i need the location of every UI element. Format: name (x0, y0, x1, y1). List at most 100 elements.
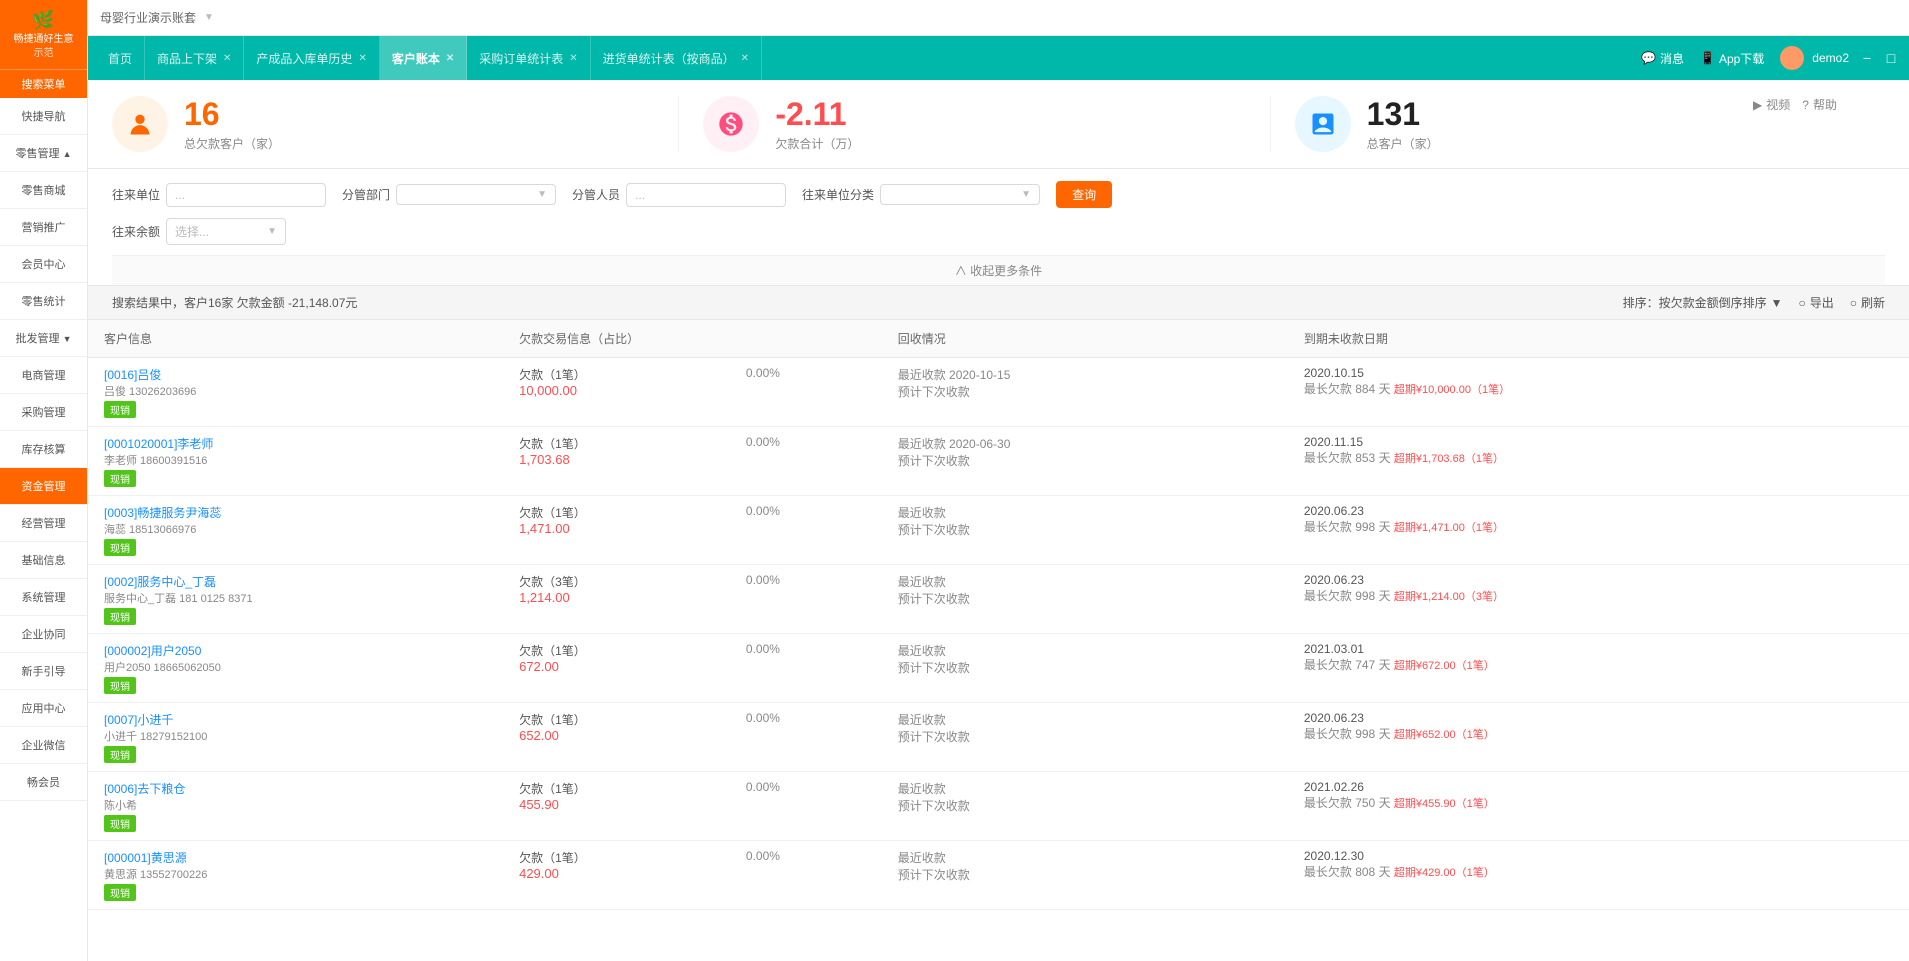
sidebar-item-label: 新手引导 (22, 666, 66, 678)
view-video-button[interactable]: ▶ 视频 (1753, 96, 1790, 113)
sort-selector[interactable]: 排序：按欠款金额倒序排序 ▼ (1623, 294, 1783, 311)
export-label: 导出 (1810, 294, 1834, 311)
cell-due-date-0: 2020.10.15 最长欠款 884 天 超期¥10,000.00（1笔） (1288, 358, 1836, 427)
tab-customer-account[interactable]: 客户账本 ✕ (380, 36, 467, 80)
tab-purchase-stats[interactable]: 进货单统计表（按商品） ✕ (591, 36, 762, 80)
tab-products[interactable]: 商品上下架 ✕ (145, 36, 244, 80)
filter-input-person[interactable]: ... (626, 183, 786, 207)
tab-purchase-stats-close[interactable]: ✕ (741, 53, 749, 64)
due-date-4: 2021.03.01 (1304, 642, 1820, 656)
debt-amount-2: 1,471.00 (519, 521, 714, 536)
customer-phone-3: 服务中心_丁磊 181 0125 8371 (104, 590, 487, 606)
overdue-days-6: 最长欠款 750 天 超期¥455.90（1笔） (1304, 794, 1820, 811)
sidebar-item-lingshoucheng[interactable]: 零售商城 (0, 172, 87, 209)
sidebar-item-lingshoutongji[interactable]: 零售统计 (0, 283, 87, 320)
customer-name-2[interactable]: [0003]畅捷服务尹海蕊 (104, 504, 487, 521)
customer-name-4[interactable]: [000002]用户2050 (104, 642, 487, 659)
user-button[interactable]: demo2 (1780, 46, 1849, 70)
customer-tag-3: 现销 (104, 608, 136, 625)
overdue-text-5[interactable]: 超期¥652.00（1笔） (1394, 729, 1495, 741)
tab-customer-account-close[interactable]: ✕ (446, 53, 454, 64)
sidebar-item-xinshou[interactable]: 新手引导 (0, 653, 87, 690)
sidebar-item-qiye[interactable]: 企业协同 (0, 616, 87, 653)
stat-label-total: 总客户（家） (1367, 135, 1439, 152)
minimize-button[interactable]: − (1857, 48, 1877, 68)
overdue-text-4[interactable]: 超期¥672.00（1笔） (1394, 660, 1495, 672)
sidebar-item-yingxiao[interactable]: 营销推广 (0, 209, 87, 246)
refresh-button[interactable]: ○ 刷新 (1850, 294, 1885, 311)
customer-name-1[interactable]: [0001020001]李老师 (104, 435, 487, 452)
sidebar-item-qiyeweixin[interactable]: 企业微信 (0, 727, 87, 764)
customer-name-6[interactable]: [0006]去下粮仓 (104, 780, 487, 797)
sidebar-item-changhui[interactable]: 畅会员 (0, 764, 87, 801)
overdue-text-6[interactable]: 超期¥455.90（1笔） (1394, 798, 1495, 810)
company-dropdown-icon[interactable]: ▼ (204, 12, 214, 23)
cell-debt-pct-2: 0.00% (730, 496, 882, 565)
sidebar-item-yingyong[interactable]: 应用中心 (0, 690, 87, 727)
customer-tag-2: 现销 (104, 539, 136, 556)
table-header: 客户信息 欠款交易信息（占比） 回收情况 到期未收款日期 (88, 320, 1909, 358)
debt-percent-4: 0.00% (746, 642, 866, 656)
stats-row: 16 总欠款客户（家） -2.11 欠款合计（万） (88, 80, 1909, 169)
cell-customer-3: [0002]服务中心_丁磊 服务中心_丁磊 181 0125 8371 现销 (88, 565, 503, 634)
sidebar-item-jichu[interactable]: 基础信息 (0, 542, 87, 579)
debt-percent-3: 0.00% (746, 573, 866, 587)
sidebar-item-caigou[interactable]: 采购管理 (0, 394, 87, 431)
overdue-text-7[interactable]: 超期¥429.00（1笔） (1394, 867, 1495, 879)
due-date-1: 2020.11.15 (1304, 435, 1820, 449)
overdue-text-1[interactable]: 超期¥1,703.68（1笔） (1394, 453, 1504, 465)
export-button[interactable]: ○ 导出 (1798, 294, 1833, 311)
sidebar-item-kuaijie[interactable]: 快捷导航 (0, 98, 87, 135)
filter-select-balance[interactable]: 选择... ▼ (166, 218, 286, 245)
filter-select-dept[interactable]: ▼ (396, 184, 556, 205)
stat-card-total-customers: 131 总客户（家） ▶ 视频 ? 帮助 (1295, 96, 1861, 152)
customer-name-5[interactable]: [0007]小进千 (104, 711, 487, 728)
message-button[interactable]: 💬 消息 (1641, 50, 1684, 67)
sidebar-item-kucun[interactable]: 库存核算 (0, 431, 87, 468)
cell-debt-info-4: 欠款（1笔） 672.00 (503, 634, 730, 703)
sidebar-logo[interactable]: 🌿 畅捷通好生意 示范 (0, 0, 87, 69)
tab-purchase-order-close[interactable]: ✕ (569, 53, 577, 64)
collapse-filter-button[interactable]: ∧ 收起更多条件 (112, 255, 1885, 285)
overdue-days-3: 最长欠款 998 天 超期¥1,214.00（3笔） (1304, 587, 1820, 604)
sidebar-item-dianshang[interactable]: 电商管理 (0, 357, 87, 394)
sidebar-item-huiyuan[interactable]: 会员中心 (0, 246, 87, 283)
customer-name-0[interactable]: [0016]吕俊 (104, 366, 487, 383)
sidebar-item-jingying[interactable]: 经营管理 (0, 505, 87, 542)
sidebar-item-label: 经营管理 (22, 518, 66, 530)
overdue-text-0[interactable]: 超期¥10,000.00（1笔） (1394, 384, 1510, 396)
tab-purchase-order[interactable]: 采购订单统计表 ✕ (467, 36, 590, 80)
sidebar-item-lingshou[interactable]: 零售管理 ▲ (0, 135, 87, 172)
search-button[interactable]: 查询 (1056, 181, 1112, 208)
stat-value-total: 131 (1367, 96, 1439, 133)
tab-production[interactable]: 产成品入库单历史 ✕ (244, 36, 379, 80)
sidebar-item-zijin[interactable]: 资金管理 (0, 468, 87, 505)
tab-home[interactable]: 首页 (96, 36, 145, 80)
maximize-button[interactable]: □ (1881, 48, 1901, 68)
filter-select-category[interactable]: ▼ (880, 184, 1040, 205)
cell-debt-info-2: 欠款（1笔） 1,471.00 (503, 496, 730, 565)
filter-input-unit[interactable]: ... (166, 183, 326, 207)
chevron-down-icon-3: ▼ (267, 226, 277, 237)
app-download-button[interactable]: 📱 App下载 (1700, 50, 1764, 67)
overdue-text-2[interactable]: 超期¥1,471.00（1笔） (1394, 522, 1504, 534)
cell-debt-pct-6: 0.00% (730, 772, 882, 841)
next-recover-0: 预计下次收款 (898, 383, 1199, 400)
overdue-text-3[interactable]: 超期¥1,214.00（3笔） (1394, 591, 1504, 603)
tab-products-close[interactable]: ✕ (223, 53, 231, 64)
search-menu-button[interactable]: 搜索菜单 (0, 69, 87, 98)
tab-production-close[interactable]: ✕ (358, 53, 366, 64)
help-button[interactable]: ? 帮助 (1802, 96, 1837, 113)
filter-label-unit: 往来单位 (112, 186, 160, 203)
overdue-days-4: 最长欠款 747 天 超期¥672.00（1笔） (1304, 656, 1820, 673)
stat-value-debt: -2.11 (775, 96, 859, 133)
sidebar-item-xitong[interactable]: 系统管理 (0, 579, 87, 616)
next-recover-5: 预计下次收款 (898, 728, 1199, 745)
debt-amount-4: 672.00 (519, 659, 714, 674)
customer-name-7[interactable]: [000001]黄思源 (104, 849, 487, 866)
customer-tag-4: 现销 (104, 677, 136, 694)
sidebar-item-pifa[interactable]: 批发管理 ▼ (0, 320, 87, 357)
customer-name-3[interactable]: [0002]服务中心_丁磊 (104, 573, 487, 590)
cell-debt-info-0: 欠款（1笔） 10,000.00 (503, 358, 730, 427)
overdue-days-5: 最长欠款 998 天 超期¥652.00（1笔） (1304, 725, 1820, 742)
